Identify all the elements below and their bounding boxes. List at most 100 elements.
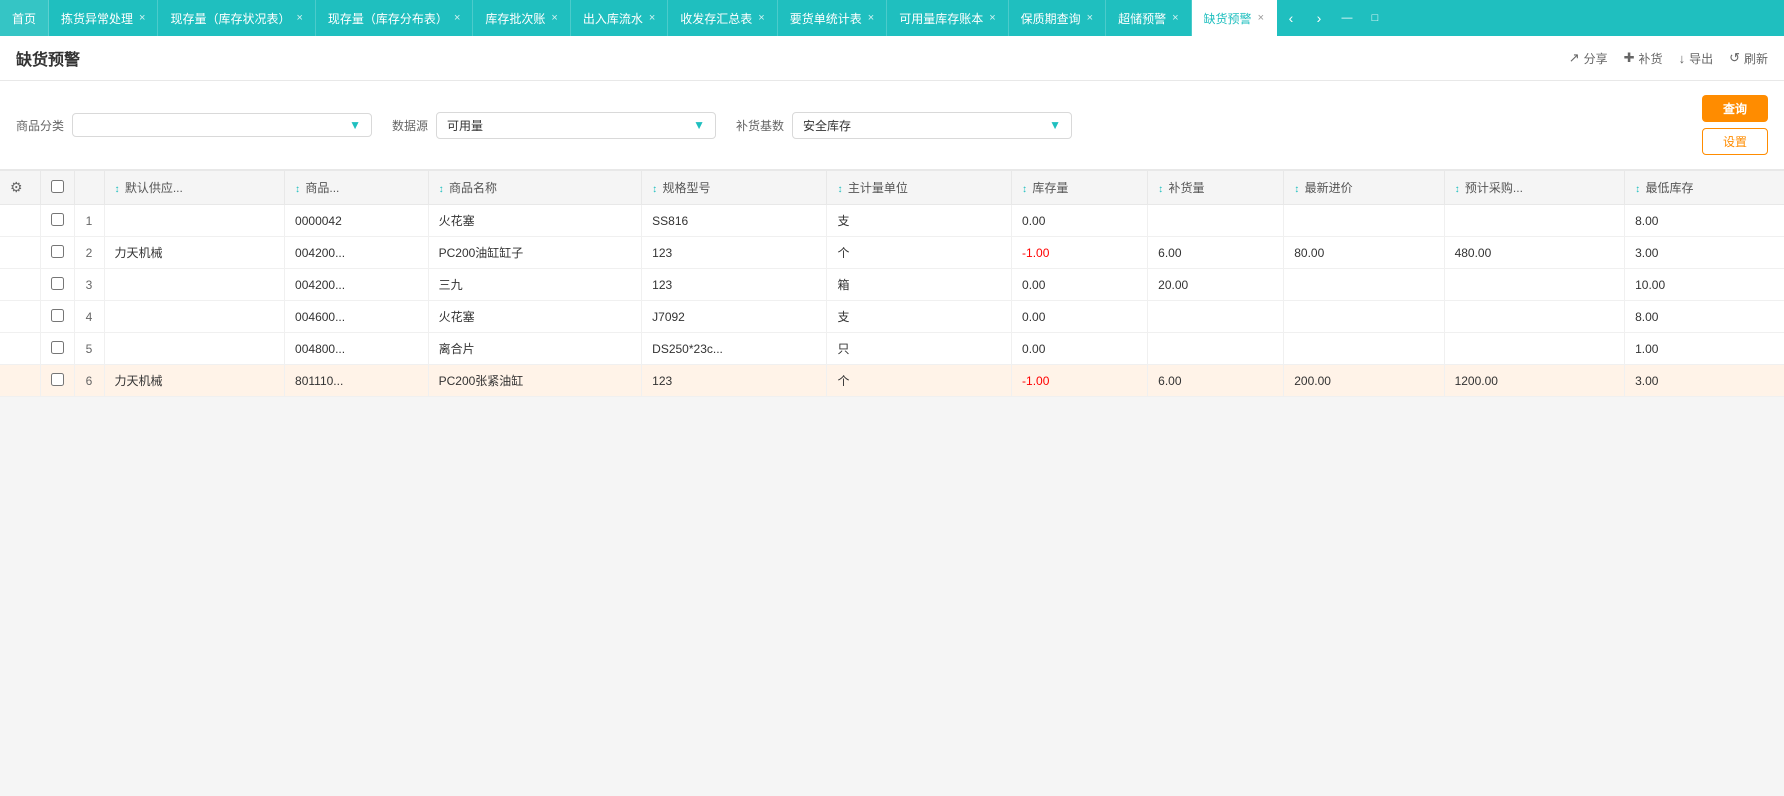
tab-minimize[interactable]: —	[1333, 0, 1361, 36]
close-tab-abnormal[interactable]: ×	[139, 12, 145, 24]
tab-batch[interactable]: 库存批次账 ×	[473, 0, 570, 36]
tab-maximize[interactable]: □	[1361, 0, 1389, 36]
category-filter-group: 商品分类 ▼	[16, 113, 372, 137]
column-settings-button[interactable]: ⚙	[10, 179, 23, 196]
tab-scroll-right[interactable]: ›	[1305, 0, 1333, 36]
restock-base-label: 补货基数	[736, 117, 784, 134]
row-est-purchase	[1444, 205, 1625, 237]
row-number: 2	[74, 237, 104, 269]
filter-actions: 查询 设置	[1702, 95, 1768, 155]
restock-button[interactable]: ✚ 补货	[1624, 50, 1663, 67]
close-tab-expiry[interactable]: ×	[1087, 12, 1093, 24]
close-tab-stock-dist[interactable]: ×	[454, 12, 460, 24]
row-restock-qty	[1148, 301, 1284, 333]
row-checkbox[interactable]	[51, 341, 64, 354]
row-item-code: 801110...	[285, 365, 429, 397]
close-tab-receive[interactable]: ×	[758, 12, 764, 24]
sort-icon-stock: ↕	[1022, 184, 1027, 195]
tab-inout[interactable]: 出入库流水 ×	[571, 0, 668, 36]
row-latest-price	[1284, 333, 1444, 365]
tab-stock-dist[interactable]: 现存量（库存分布表） ×	[316, 0, 473, 36]
tab-overstock[interactable]: 超储预警 ×	[1106, 0, 1191, 36]
page-title: 缺货预警	[16, 46, 80, 70]
row-checkbox[interactable]	[51, 213, 64, 226]
refresh-button[interactable]: ↺ 刷新	[1729, 50, 1768, 67]
row-item-code: 0000042	[285, 205, 429, 237]
datasource-label: 数据源	[392, 117, 428, 134]
th-spec[interactable]: ↕ 规格型号	[642, 171, 827, 205]
settings-button[interactable]: 设置	[1702, 128, 1768, 155]
th-item-code[interactable]: ↕ 商品...	[285, 171, 429, 205]
row-checkbox[interactable]	[51, 309, 64, 322]
row-checkbox-cell[interactable]	[40, 301, 74, 333]
tab-abnormal[interactable]: 拣货异常处理 ×	[49, 0, 158, 36]
share-button[interactable]: ↗ 分享	[1569, 50, 1608, 67]
row-supplier: 力天机械	[104, 237, 285, 269]
refresh-icon: ↺	[1729, 50, 1740, 66]
table-row: 2 力天机械 004200... PC200油缸缸子 123 个 -1.00 6…	[0, 237, 1784, 269]
row-restock-qty: 6.00	[1148, 237, 1284, 269]
row-checkbox[interactable]	[51, 373, 64, 386]
row-checkbox-cell[interactable]	[40, 205, 74, 237]
page-header: 缺货预警 ↗ 分享 ✚ 补货 ↓ 导出 ↺ 刷新	[0, 36, 1784, 81]
close-tab-stock-status[interactable]: ×	[296, 12, 302, 24]
row-checkbox-cell[interactable]	[40, 269, 74, 301]
tab-shortage[interactable]: 缺货预警 ×	[1192, 0, 1277, 36]
row-est-purchase: 480.00	[1444, 237, 1625, 269]
tab-scroll-left[interactable]: ‹	[1277, 0, 1305, 36]
th-item-name[interactable]: ↕ 商品名称	[428, 171, 642, 205]
sort-icon-supplier: ↕	[115, 184, 120, 195]
tab-require[interactable]: 要货单统计表 ×	[778, 0, 887, 36]
row-checkbox-cell[interactable]	[40, 333, 74, 365]
row-checkbox-cell[interactable]	[40, 237, 74, 269]
category-label: 商品分类	[16, 117, 64, 134]
row-number: 4	[74, 301, 104, 333]
table-row: 6 力天机械 801110... PC200张紧油缸 123 个 -1.00 6…	[0, 365, 1784, 397]
tab-expiry[interactable]: 保质期查询 ×	[1009, 0, 1106, 36]
row-gear-cell	[0, 237, 40, 269]
table-row: 4 004600... 火花塞 J7092 支 0.00 8.00	[0, 301, 1784, 333]
th-stock[interactable]: ↕ 库存量	[1012, 171, 1148, 205]
page-content: 缺货预警 ↗ 分享 ✚ 补货 ↓ 导出 ↺ 刷新 商品分类	[0, 36, 1784, 397]
th-latest-price[interactable]: ↕ 最新进价	[1284, 171, 1444, 205]
row-gear-cell	[0, 365, 40, 397]
th-restock-qty[interactable]: ↕ 补货量	[1148, 171, 1284, 205]
row-supplier	[104, 333, 285, 365]
th-supplier[interactable]: ↕ 默认供应...	[104, 171, 285, 205]
tab-available[interactable]: 可用量库存账本 ×	[887, 0, 1008, 36]
close-tab-overstock[interactable]: ×	[1172, 12, 1178, 24]
row-number: 5	[74, 333, 104, 365]
row-checkbox-cell[interactable]	[40, 365, 74, 397]
select-all-checkbox[interactable]	[51, 180, 64, 193]
sort-icon-min-stock: ↕	[1635, 184, 1640, 195]
query-button[interactable]: 查询	[1702, 95, 1768, 122]
restock-base-select[interactable]: 安全库存 ▼	[792, 112, 1072, 139]
th-min-stock[interactable]: ↕ 最低库存	[1625, 171, 1784, 205]
th-settings[interactable]: ⚙	[0, 171, 40, 205]
close-tab-shortage[interactable]: ×	[1258, 12, 1264, 24]
row-restock-qty	[1148, 205, 1284, 237]
export-button[interactable]: ↓ 导出	[1679, 50, 1714, 67]
table-row: 5 004800... 离合片 DS250*23c... 只 0.00 1.00	[0, 333, 1784, 365]
row-stock: -1.00	[1012, 237, 1148, 269]
tab-home[interactable]: 首页	[0, 0, 49, 36]
close-tab-batch[interactable]: ×	[551, 12, 557, 24]
refresh-label: 刷新	[1744, 50, 1768, 67]
th-est-purchase[interactable]: ↕ 预计采购...	[1444, 171, 1625, 205]
close-tab-inout[interactable]: ×	[649, 12, 655, 24]
row-restock-qty: 20.00	[1148, 269, 1284, 301]
row-checkbox[interactable]	[51, 245, 64, 258]
row-gear-cell	[0, 333, 40, 365]
row-est-purchase	[1444, 333, 1625, 365]
tab-receive[interactable]: 收发存汇总表 ×	[668, 0, 777, 36]
close-tab-available[interactable]: ×	[989, 12, 995, 24]
row-number: 6	[74, 365, 104, 397]
tab-stock-status[interactable]: 现存量（库存状况表） ×	[158, 0, 315, 36]
close-tab-require[interactable]: ×	[868, 12, 874, 24]
row-unit: 个	[827, 237, 1012, 269]
th-unit[interactable]: ↕ 主计量单位	[827, 171, 1012, 205]
datasource-select[interactable]: 可用量 ▼	[436, 112, 716, 139]
row-item-code: 004800...	[285, 333, 429, 365]
category-select[interactable]: ▼	[72, 113, 372, 137]
row-checkbox[interactable]	[51, 277, 64, 290]
